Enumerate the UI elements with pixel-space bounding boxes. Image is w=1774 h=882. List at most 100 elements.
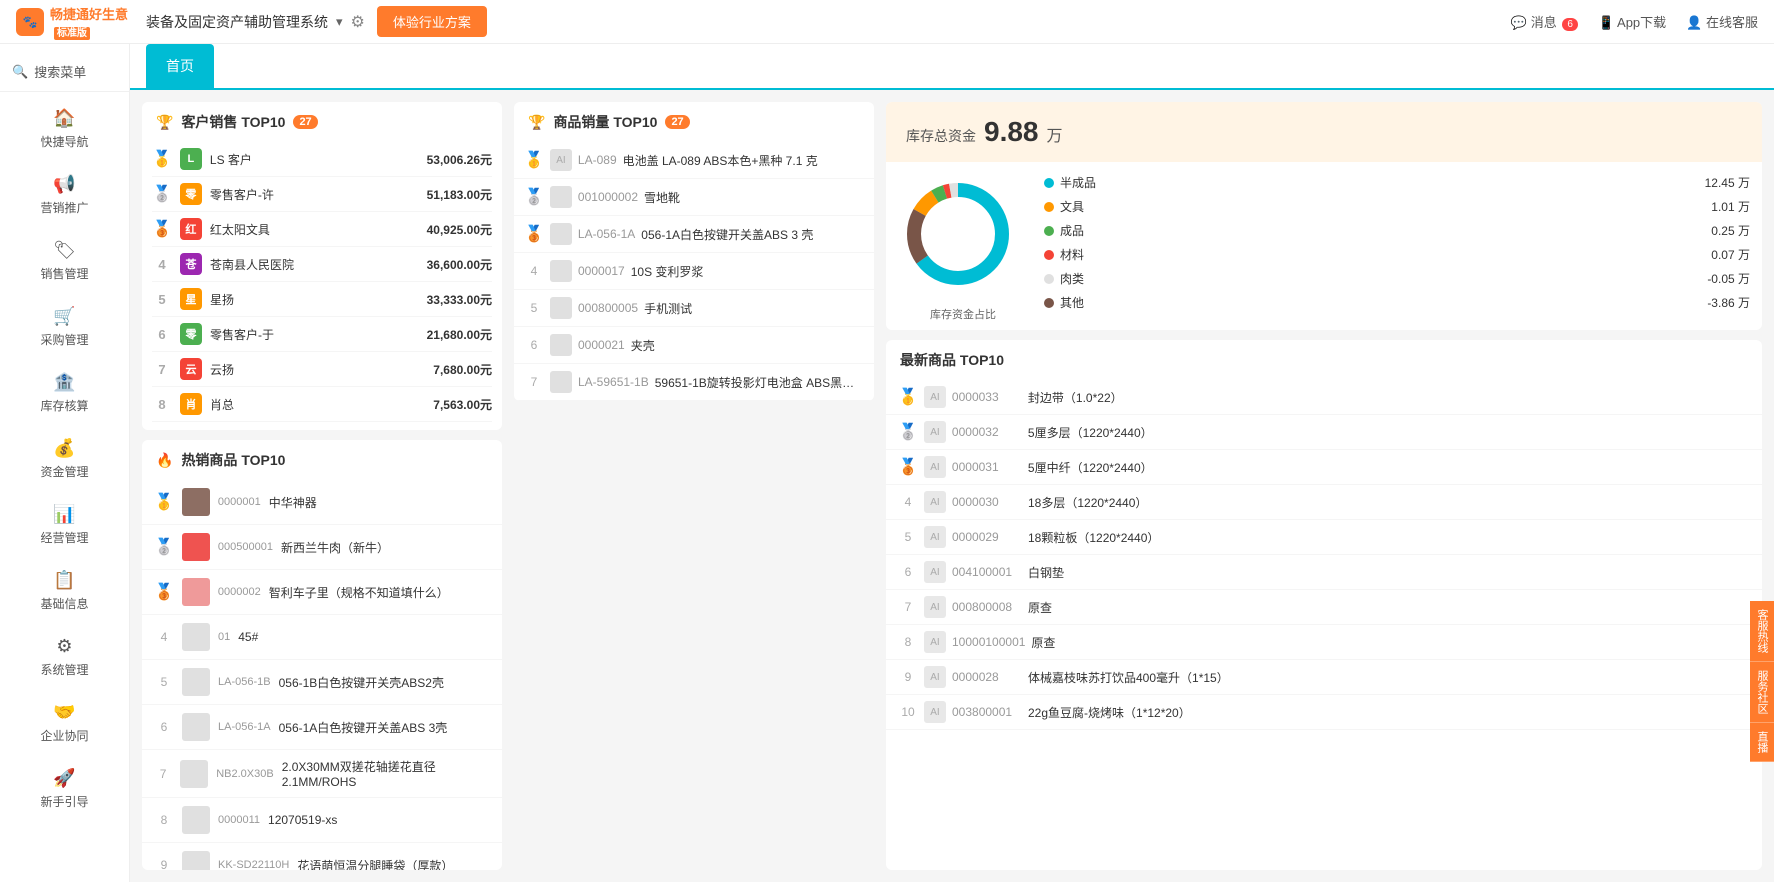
legend-item: 成品 0.25 万 <box>1044 222 1750 239</box>
avatar: 红 <box>180 218 202 240</box>
table-row: 6 0000021 夹壳 <box>514 327 874 364</box>
product-image: AI <box>924 456 946 478</box>
legend-dot <box>1044 250 1054 260</box>
table-row: 7 LA-59651-1B 59651-1B旋转投影灯电池盒 ABS黑色+58壳 <box>514 364 874 401</box>
customer-amount: 7,680.00元 <box>433 361 492 378</box>
list-item: 4 AI 0000030 18多层（1220*2440） <box>886 485 1762 520</box>
sidebar-item-marketing[interactable]: 📢 营销推广 <box>0 162 129 228</box>
product-image <box>180 760 208 788</box>
cs-community-button[interactable]: 服务社区 <box>1750 662 1774 723</box>
sidebar-item-base[interactable]: 📋 基础信息 <box>0 558 129 624</box>
product-image: AI <box>924 491 946 513</box>
cs-live-button[interactable]: 直播 <box>1750 723 1774 762</box>
product-image <box>182 488 210 516</box>
sidebar-item-sales[interactable]: 🏷 销售管理 <box>0 228 129 294</box>
main-layout: 🔍 搜索菜单 🏠 快捷导航 📢 营销推广 🏷 销售管理 🛒 采购管理 🏦 库存核… <box>0 0 1774 882</box>
customer-amount: 40,925.00元 <box>427 221 492 238</box>
customer-amount: 7,563.00元 <box>433 396 492 413</box>
chevron-down-icon[interactable]: ▾ <box>336 14 343 30</box>
product-image: AI <box>924 631 946 653</box>
table-row: 4 苍 苍南县人民医院 36,600.00元 <box>152 247 492 282</box>
list-item: 9 KK-SD22110H 花语萌恒温分腿睡袋（厚款） <box>142 843 502 870</box>
customer-name: 零售客户-许 <box>210 186 419 203</box>
table-row: 4 0000017 10S 变利罗浆 <box>514 253 874 290</box>
product-ranking-card: 🏆 商品销量 TOP10 27 🥇 AI LA-089 电池盖 LA-089 A… <box>514 102 874 401</box>
sidebar-item-finance[interactable]: 💰 资金管理 <box>0 426 129 492</box>
home-icon: 🏠 <box>53 108 75 129</box>
table-row: 🥇 AI LA-089 电池盖 LA-089 ABS本色+黑种 7.1 克 <box>514 142 874 179</box>
new-products-list: 🥇 AI 0000033 封边带（1.0*22） 🥈 AI 0000032 5厘… <box>886 380 1762 730</box>
avatar: L <box>180 148 202 170</box>
customer-name: 零售客户-于 <box>210 326 419 343</box>
product-image <box>182 806 210 834</box>
product-image <box>550 260 572 282</box>
sidebar-item-guide[interactable]: 🚀 新手引导 <box>0 756 129 822</box>
product-image <box>550 371 572 393</box>
customer-ranking-header: 🏆 客户销售 TOP10 27 <box>142 102 502 142</box>
cs-hotline-button[interactable]: 客服热线 <box>1750 601 1774 662</box>
app-download-button[interactable]: 📱 App下载 <box>1598 12 1666 31</box>
fire-icon: 🔥 <box>156 452 173 469</box>
inventory-chart-area: 库存资金占比 半成品 12.45 万 文具 1.01 万 <box>886 162 1762 330</box>
product-image <box>182 713 210 741</box>
avatar: 零 <box>180 183 202 205</box>
gear-icon[interactable]: ⚙ <box>351 12 365 32</box>
logo-icon: 🐾 <box>16 8 44 36</box>
customer-name: 红太阳文具 <box>210 221 419 238</box>
list-item: 6 AI 004100001 白钢垫 <box>886 555 1762 590</box>
legend-item: 肉类 -0.05 万 <box>1044 270 1750 287</box>
list-item: 9 AI 0000028 体械嘉枝味苏打饮品400毫升（1*15） <box>886 660 1762 695</box>
system-selector[interactable]: 装备及固定资产辅助管理系统 ▾ ⚙ <box>146 12 365 32</box>
table-row: 🥉 红 红太阳文具 40,925.00元 <box>152 212 492 247</box>
customer-amount: 33,333.00元 <box>427 291 492 308</box>
float-cs-panel: 客服热线 服务社区 直播 <box>1750 601 1774 762</box>
customer-name: 星扬 <box>210 291 419 308</box>
search-menu-button[interactable]: 🔍 搜索菜单 <box>0 52 129 92</box>
product-image <box>550 223 572 245</box>
list-item: 5 LA-056-1B 056-1B白色按键开关壳ABS2壳 <box>142 660 502 705</box>
sidebar-item-purchase[interactable]: 🛒 采购管理 <box>0 294 129 360</box>
medal-icon: 🥈 <box>154 537 174 557</box>
legend-item: 半成品 12.45 万 <box>1044 174 1750 191</box>
online-service-button[interactable]: 👤 在线客服 <box>1686 12 1758 31</box>
table-row: 8 肖 肖总 7,563.00元 <box>152 387 492 422</box>
system-name: 装备及固定资产辅助管理系统 <box>146 12 328 32</box>
product-image <box>550 186 572 208</box>
product-image: AI <box>924 666 946 688</box>
table-row: 5 000800005 手机测试 <box>514 290 874 327</box>
product-image <box>182 578 210 606</box>
trial-button[interactable]: 体验行业方案 <box>377 6 487 37</box>
middle-column: 🏆 商品销量 TOP10 27 🥇 AI LA-089 电池盖 LA-089 A… <box>514 102 874 870</box>
avatar: 苍 <box>180 253 202 275</box>
medal-gold-icon: 🥇 <box>152 149 172 169</box>
legend-dot <box>1044 298 1054 308</box>
purchase-icon: 🛒 <box>53 306 75 327</box>
legend-item: 其他 -3.86 万 <box>1044 294 1750 311</box>
sidebar-item-system[interactable]: ⚙ 系统管理 <box>0 624 129 690</box>
sidebar-item-operations[interactable]: 📊 经营管理 <box>0 492 129 558</box>
system-icon: ⚙ <box>56 636 72 657</box>
product-image: AI <box>550 149 572 171</box>
customer-ranking-list: 🥇 L LS 客户 53,006.26元 🥈 零 零售客户-许 51,183.0… <box>142 142 502 430</box>
inventory-summary: 库存总资金 9.88 万 <box>886 102 1762 162</box>
legend-dot <box>1044 202 1054 212</box>
trophy-icon: 🏆 <box>528 114 545 131</box>
search-icon: 🔍 <box>12 64 28 80</box>
customer-ranking-card: 🏆 客户销售 TOP10 27 🥇 L LS 客户 53,006.26元 <box>142 102 502 430</box>
sidebar-item-inventory[interactable]: 🏦 库存核算 <box>0 360 129 426</box>
inventory-legend: 半成品 12.45 万 文具 1.01 万 成品 0 <box>1044 174 1750 318</box>
sidebar: 🔍 搜索菜单 🏠 快捷导航 📢 营销推广 🏷 销售管理 🛒 采购管理 🏦 库存核… <box>0 44 130 882</box>
sidebar-item-nav[interactable]: 🏠 快捷导航 <box>0 96 129 162</box>
messages-button[interactable]: 💬 消息 6 <box>1511 12 1578 31</box>
tab-home[interactable]: 首页 <box>146 44 214 88</box>
list-item: 6 LA-056-1A 056-1A白色按键开关盖ABS 3壳 <box>142 705 502 750</box>
nav-tabs: 首页 <box>130 44 1774 90</box>
list-item: 4 01 45# <box>142 615 502 660</box>
table-row: 🥉 LA-056-1A 056-1A白色按键开关盖ABS 3 壳 <box>514 216 874 253</box>
customer-name: 苍南县人民医院 <box>210 256 419 273</box>
sidebar-item-collab[interactable]: 🤝 企业协同 <box>0 690 129 756</box>
avatar: 云 <box>180 358 202 380</box>
product-image <box>550 334 572 356</box>
medal-icon: 🥇 <box>524 150 544 170</box>
medal-icon: 🥇 <box>154 492 174 512</box>
